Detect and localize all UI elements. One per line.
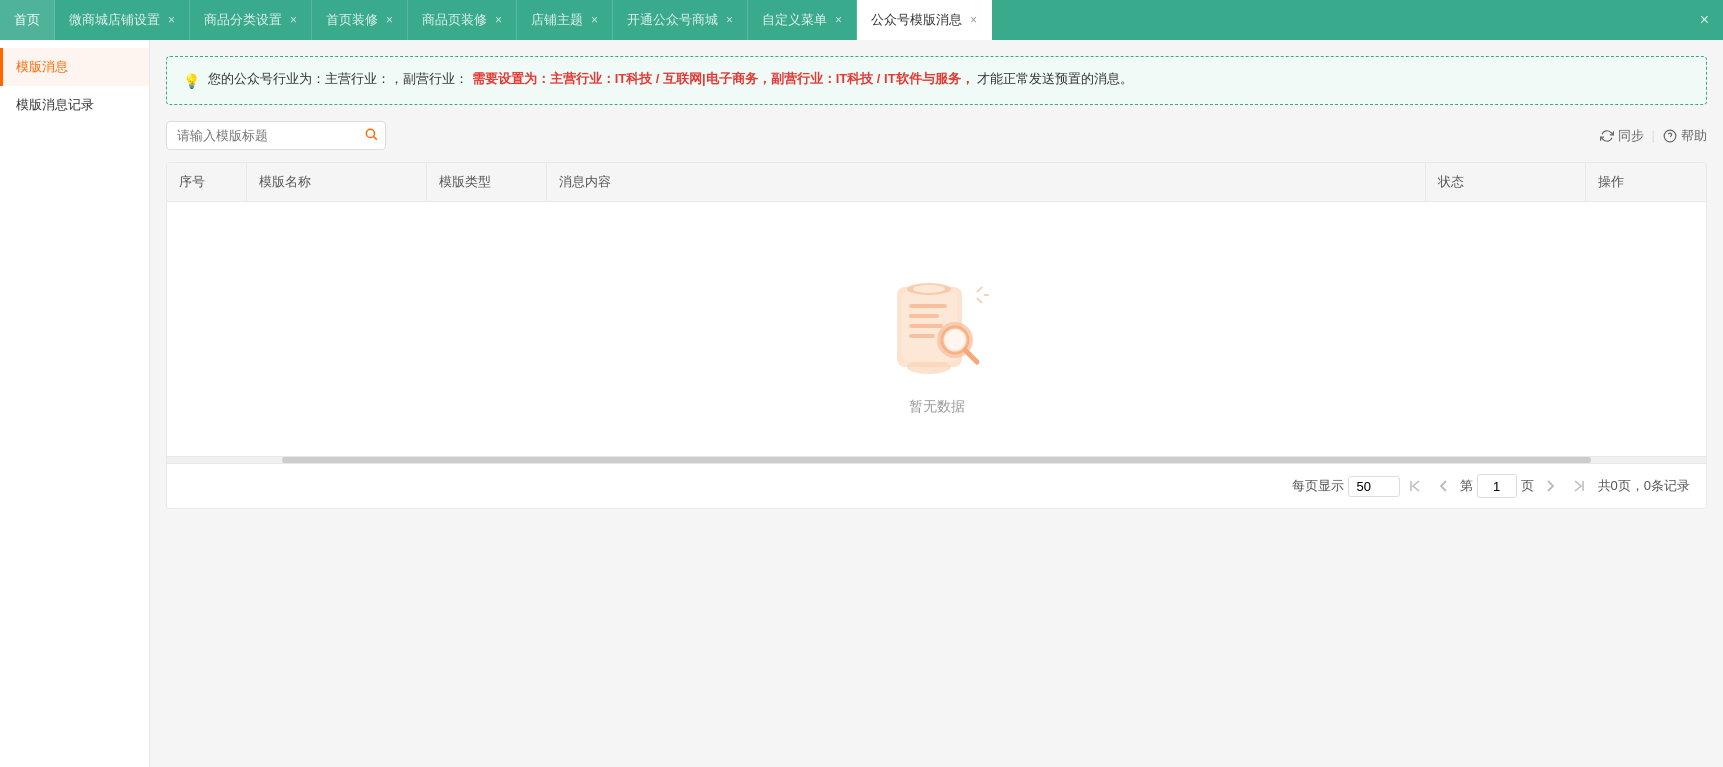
tab-homepage-label: 首页装修 <box>326 11 378 29</box>
tab-menu-label: 自定义菜单 <box>762 11 827 29</box>
tab-template-close[interactable]: × <box>970 13 977 27</box>
th-seq: 序号 <box>167 163 247 201</box>
page-last-icon <box>1571 479 1585 493</box>
tab-mall-label: 开通公众号商城 <box>627 11 718 29</box>
tab-mall-close[interactable]: × <box>726 13 733 27</box>
toolbar-right: 同步 | 帮助 <box>1600 127 1707 145</box>
tab-category-label: 商品分类设置 <box>204 11 282 29</box>
scroll-track[interactable] <box>282 457 1590 463</box>
tab-wshop[interactable]: 微商城店铺设置 × <box>55 0 190 40</box>
sync-button[interactable]: 同步 <box>1600 127 1644 145</box>
notice-suffix: 才能正常发送预置的消息。 <box>977 71 1133 86</box>
th-status: 状态 <box>1426 163 1586 201</box>
page-size-label: 每页显示 <box>1292 477 1344 495</box>
page-next-button[interactable] <box>1538 474 1562 498</box>
tab-category-close[interactable]: × <box>290 13 297 27</box>
tab-wshop-label: 微商城店铺设置 <box>69 11 160 29</box>
notice-box: 💡 您的公众号行业为：主营行业：，副营行业： 需要设置为：主营行业：IT科技 /… <box>166 56 1707 105</box>
toolbar-divider: | <box>1652 128 1655 143</box>
main-layout: 模版消息 模版消息记录 💡 您的公众号行业为：主营行业：，副营行业： 需要设置为… <box>0 40 1723 767</box>
svg-point-15 <box>945 330 965 350</box>
tab-template-label: 公众号模版消息 <box>871 11 962 29</box>
page-size-dropdown[interactable]: 50 20 100 <box>1348 476 1400 497</box>
tab-template[interactable]: 公众号模版消息 × <box>857 0 992 40</box>
page-prev-icon <box>1437 479 1451 493</box>
sync-icon <box>1600 129 1614 143</box>
pagination: 每页显示 50 20 100 <box>167 464 1706 508</box>
tab-home[interactable]: 首页 <box>0 0 55 40</box>
tab-bar-close-all[interactable]: × <box>1686 0 1723 40</box>
sidebar-item-template-log[interactable]: 模版消息记录 <box>0 86 149 124</box>
tab-home-label: 首页 <box>14 11 40 29</box>
svg-line-18 <box>977 287 982 292</box>
tab-theme-label: 店铺主题 <box>531 11 583 29</box>
page-size-select: 每页显示 50 20 100 <box>1292 476 1396 497</box>
svg-rect-9 <box>909 324 943 328</box>
svg-line-16 <box>965 350 977 362</box>
search-bar: 同步 | 帮助 <box>166 121 1707 150</box>
th-type: 模版类型 <box>427 163 547 201</box>
help-label: 帮助 <box>1681 127 1707 145</box>
svg-rect-10 <box>909 334 935 338</box>
sidebar-item-template-log-label: 模版消息记录 <box>16 97 94 112</box>
sidebar-item-template-msg[interactable]: 模版消息 <box>0 48 149 86</box>
tab-bar: 首页 微商城店铺设置 × 商品分类设置 × 首页装修 × 商品页装修 × 店铺主… <box>0 0 1723 40</box>
sidebar-item-template-msg-label: 模版消息 <box>16 59 68 74</box>
content-area: 💡 您的公众号行业为：主营行业：，副营行业： 需要设置为：主营行业：IT科技 /… <box>150 40 1723 767</box>
svg-rect-7 <box>909 304 947 308</box>
svg-rect-8 <box>909 314 939 318</box>
page-nav: 第 页 <box>1404 474 1590 498</box>
search-icon <box>364 127 378 141</box>
notice-text: 您的公众号行业为：主营行业：，副营行业： 需要设置为：主营行业：IT科技 / 互… <box>208 69 1133 90</box>
notice-bulb-icon: 💡 <box>183 70 200 92</box>
help-icon <box>1663 129 1677 143</box>
empty-text: 暂无数据 <box>909 398 965 416</box>
page-prev-button[interactable] <box>1432 474 1456 498</box>
tab-product-close[interactable]: × <box>495 13 502 27</box>
page-total: 共0页，0条记录 <box>1598 477 1690 495</box>
tab-theme-close[interactable]: × <box>591 13 598 27</box>
empty-illustration <box>877 262 997 382</box>
tab-menu-close[interactable]: × <box>835 13 842 27</box>
notice-highlight: 需要设置为：主营行业：IT科技 / 互联网|电子商务，副营行业：IT科技 / I… <box>472 71 974 86</box>
svg-line-1 <box>374 137 377 140</box>
tab-homepage[interactable]: 首页装修 × <box>312 0 408 40</box>
table-wrap: 序号 模版名称 模版类型 消息内容 状态 操作 <box>166 162 1707 509</box>
tab-product-label: 商品页装修 <box>422 11 487 29</box>
tab-category[interactable]: 商品分类设置 × <box>190 0 312 40</box>
table-header: 序号 模版名称 模版类型 消息内容 状态 操作 <box>167 163 1706 202</box>
notice-prefix: 您的公众号行业为：主营行业：，副营行业： <box>208 71 468 86</box>
tab-menu[interactable]: 自定义菜单 × <box>748 0 857 40</box>
search-left <box>166 121 386 150</box>
tab-product[interactable]: 商品页装修 × <box>408 0 517 40</box>
scroll-bar-area[interactable] <box>167 456 1706 464</box>
sidebar: 模版消息 模版消息记录 <box>0 40 150 767</box>
svg-point-12 <box>913 285 945 293</box>
page-next-icon <box>1543 479 1557 493</box>
page-label-ye: 页 <box>1521 477 1534 495</box>
th-action: 操作 <box>1586 163 1706 201</box>
th-name: 模版名称 <box>247 163 427 201</box>
search-input-wrap <box>166 121 386 150</box>
tab-theme[interactable]: 店铺主题 × <box>517 0 613 40</box>
th-content: 消息内容 <box>547 163 1426 201</box>
help-button[interactable]: 帮助 <box>1663 127 1707 145</box>
tab-wshop-close[interactable]: × <box>168 13 175 27</box>
page-first-button[interactable] <box>1404 474 1428 498</box>
empty-state: 暂无数据 <box>167 202 1706 456</box>
page-last-button[interactable] <box>1566 474 1590 498</box>
search-button[interactable] <box>364 127 378 144</box>
search-input[interactable] <box>166 121 386 150</box>
page-first-icon <box>1409 479 1423 493</box>
sync-label: 同步 <box>1618 127 1644 145</box>
page-number-input[interactable] <box>1477 474 1517 498</box>
svg-line-20 <box>977 298 982 303</box>
page-label-di: 第 <box>1460 477 1473 495</box>
tab-homepage-close[interactable]: × <box>386 13 393 27</box>
svg-point-0 <box>366 130 374 138</box>
tab-mall[interactable]: 开通公众号商城 × <box>613 0 748 40</box>
